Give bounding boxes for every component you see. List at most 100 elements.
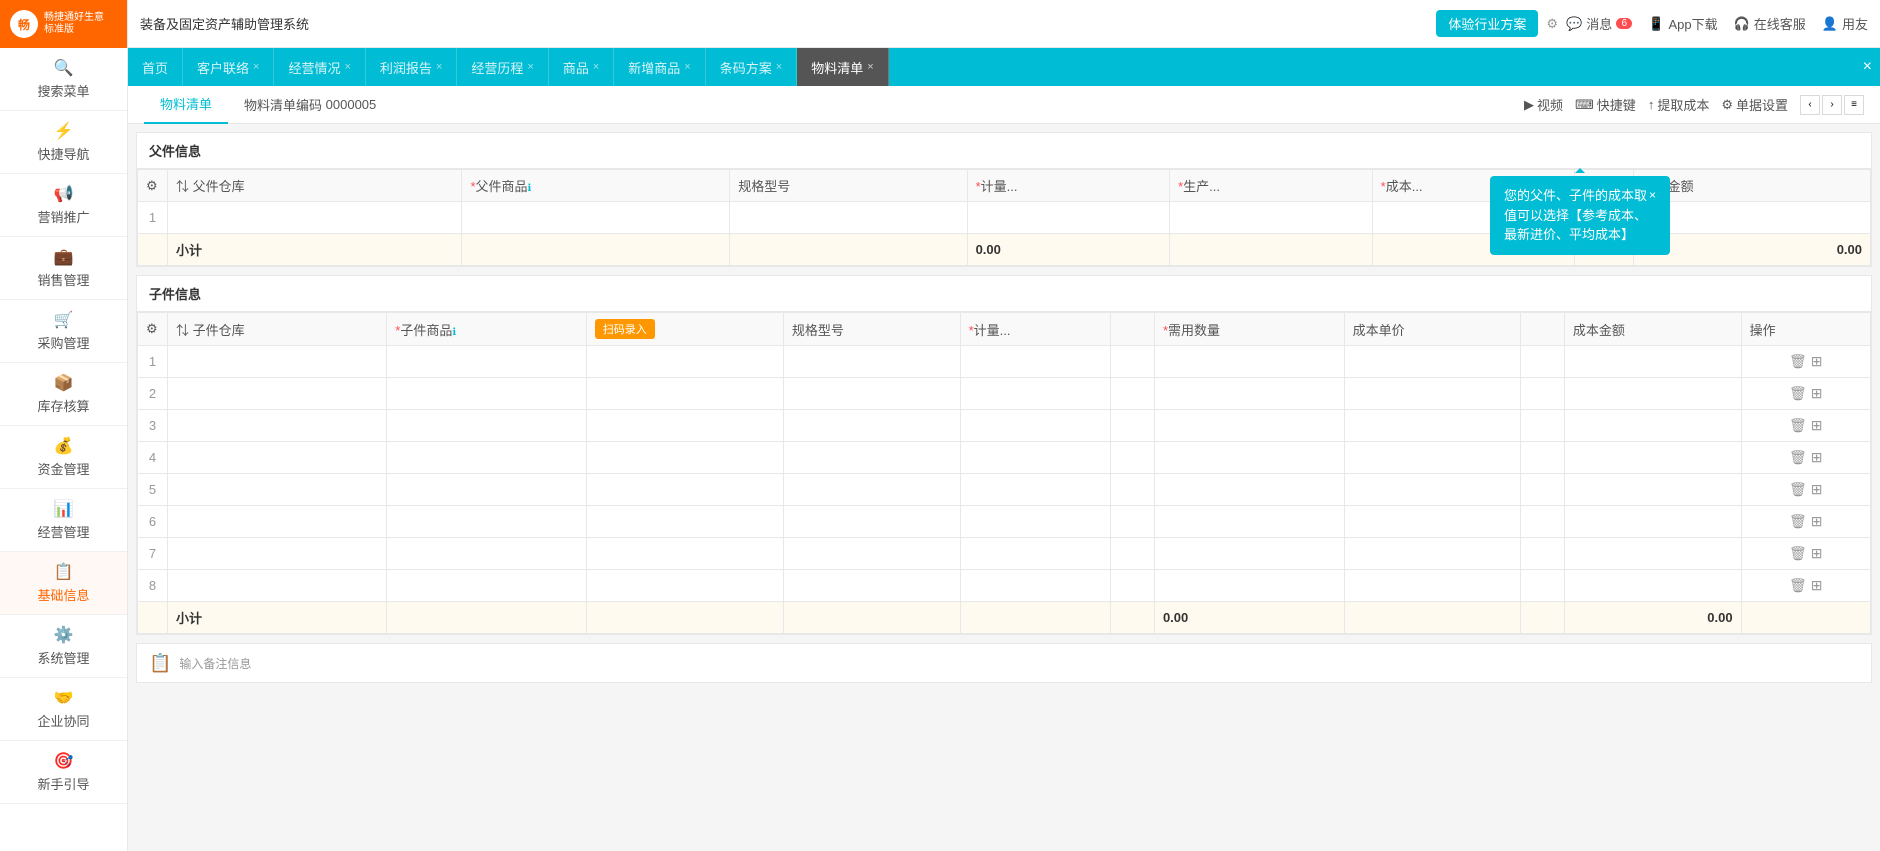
child-spec-6[interactable] bbox=[783, 506, 960, 538]
child-product-2[interactable] bbox=[387, 378, 586, 410]
child-warehouse-4[interactable] bbox=[168, 442, 387, 474]
child-warehouse-7[interactable] bbox=[168, 538, 387, 570]
child-copy-1[interactable]: ⊞ bbox=[1811, 353, 1823, 370]
sidebar-item-inventory[interactable]: 📦 库存核算 bbox=[0, 363, 127, 426]
sidebar-item-purchase[interactable]: 🛒 采购管理 bbox=[0, 300, 127, 363]
child-unit-cost-8[interactable] bbox=[1344, 570, 1521, 602]
action-extract-cost[interactable]: ↑ 提取成本 bbox=[1648, 95, 1710, 114]
child-qty-unit-3[interactable] bbox=[960, 410, 1111, 442]
child-product-8[interactable] bbox=[387, 570, 586, 602]
child-warehouse-3[interactable] bbox=[168, 410, 387, 442]
parent-cell-product-1[interactable] bbox=[462, 202, 730, 234]
child-spec-3[interactable] bbox=[783, 410, 960, 442]
sidebar-item-basic-info[interactable]: 📋 基础信息 bbox=[0, 552, 127, 615]
child-warehouse-1[interactable] bbox=[168, 346, 387, 378]
child-spec-2[interactable] bbox=[783, 378, 960, 410]
sidebar-item-collab[interactable]: 🤝 企业协同 bbox=[0, 678, 127, 741]
child-spec-1[interactable] bbox=[783, 346, 960, 378]
child-delete-1[interactable]: 🗑 bbox=[1789, 353, 1807, 370]
child-amount-6[interactable] bbox=[1564, 506, 1741, 538]
scan-btn[interactable]: 扫码录入 bbox=[595, 319, 655, 339]
parent-cell-produce-1[interactable] bbox=[1170, 202, 1373, 234]
child-delete-3[interactable]: 🗑 bbox=[1789, 417, 1807, 434]
child-product-4[interactable] bbox=[387, 442, 586, 474]
child-delete-6[interactable]: 🗑 bbox=[1789, 513, 1807, 530]
sidebar-item-guide[interactable]: 🎯 新手引导 bbox=[0, 741, 127, 804]
child-needed-qty-2[interactable] bbox=[1154, 378, 1344, 410]
child-unit-cost-1[interactable] bbox=[1344, 346, 1521, 378]
tab-barcode-close[interactable]: × bbox=[776, 61, 782, 73]
child-spec-4[interactable] bbox=[783, 442, 960, 474]
sidebar-item-quicknav[interactable]: ⚡ 快捷导航 bbox=[0, 111, 127, 174]
sidebar-item-operations[interactable]: 📊 经营管理 bbox=[0, 489, 127, 552]
child-qty-unit-8[interactable] bbox=[960, 570, 1111, 602]
nav-menu[interactable]: ≡ bbox=[1844, 95, 1864, 115]
sidebar-item-system[interactable]: ⚙️ 系统管理 bbox=[0, 615, 127, 678]
child-qty-unit-5[interactable] bbox=[960, 474, 1111, 506]
child-delete-2[interactable]: 🗑 bbox=[1789, 385, 1807, 402]
child-needed-qty-8[interactable] bbox=[1154, 570, 1344, 602]
child-amount-8[interactable] bbox=[1564, 570, 1741, 602]
child-qty-unit-4[interactable] bbox=[960, 442, 1111, 474]
parent-cell-qty-1[interactable] bbox=[967, 202, 1170, 234]
tab-bom-close[interactable]: × bbox=[867, 61, 873, 73]
child-unit-cost-5[interactable] bbox=[1344, 474, 1521, 506]
tab-product[interactable]: 商品 × bbox=[549, 48, 614, 86]
tab-profit[interactable]: 利润报告 × bbox=[366, 48, 457, 86]
user-btn[interactable]: 👤 用友 bbox=[1822, 14, 1868, 33]
child-copy-8[interactable]: ⊞ bbox=[1811, 577, 1823, 594]
child-warehouse-5[interactable] bbox=[168, 474, 387, 506]
child-copy-6[interactable]: ⊞ bbox=[1811, 513, 1823, 530]
child-unit-cost-4[interactable] bbox=[1344, 442, 1521, 474]
child-product-6[interactable] bbox=[387, 506, 586, 538]
child-unit-cost-2[interactable] bbox=[1344, 378, 1521, 410]
nav-next[interactable]: › bbox=[1822, 95, 1842, 115]
child-needed-qty-6[interactable] bbox=[1154, 506, 1344, 538]
child-warehouse-6[interactable] bbox=[168, 506, 387, 538]
child-copy-4[interactable]: ⊞ bbox=[1811, 449, 1823, 466]
child-unit-cost-6[interactable] bbox=[1344, 506, 1521, 538]
sidebar-item-search[interactable]: 🔍 搜索菜单 bbox=[0, 48, 127, 111]
sidebar-item-sales[interactable]: 💼 销售管理 bbox=[0, 237, 127, 300]
action-video[interactable]: ▶ 视频 bbox=[1524, 95, 1563, 114]
child-spec-8[interactable] bbox=[783, 570, 960, 602]
nav-prev[interactable]: ‹ bbox=[1800, 95, 1820, 115]
tooltip-close[interactable]: × bbox=[1649, 186, 1656, 204]
child-amount-2[interactable] bbox=[1564, 378, 1741, 410]
tab-new-product[interactable]: 新增商品 × bbox=[614, 48, 705, 86]
child-unit-cost-3[interactable] bbox=[1344, 410, 1521, 442]
child-delete-8[interactable]: 🗑 bbox=[1789, 577, 1807, 594]
child-needed-qty-3[interactable] bbox=[1154, 410, 1344, 442]
close-all-tabs[interactable]: × bbox=[1863, 58, 1872, 76]
app-download-btn[interactable]: 📱 App下载 bbox=[1648, 14, 1717, 33]
child-spec-7[interactable] bbox=[783, 538, 960, 570]
tab-profit-close[interactable]: × bbox=[436, 61, 442, 73]
child-warehouse-2[interactable] bbox=[168, 378, 387, 410]
child-qty-unit-1[interactable] bbox=[960, 346, 1111, 378]
settings-icon[interactable]: ⚙ bbox=[1546, 16, 1558, 32]
child-delete-4[interactable]: 🗑 bbox=[1789, 449, 1807, 466]
child-copy-7[interactable]: ⊞ bbox=[1811, 545, 1823, 562]
tab-customer[interactable]: 客户联络 × bbox=[183, 48, 274, 86]
child-amount-5[interactable] bbox=[1564, 474, 1741, 506]
tab-home[interactable]: 首页 bbox=[128, 48, 183, 86]
child-copy-5[interactable]: ⊞ bbox=[1811, 481, 1823, 498]
child-needed-qty-4[interactable] bbox=[1154, 442, 1344, 474]
parent-cell-spec-1[interactable] bbox=[730, 202, 967, 234]
online-service-btn[interactable]: 🎧 在线客服 bbox=[1734, 14, 1806, 33]
child-amount-7[interactable] bbox=[1564, 538, 1741, 570]
child-copy-3[interactable]: ⊞ bbox=[1811, 417, 1823, 434]
child-needed-qty-5[interactable] bbox=[1154, 474, 1344, 506]
sidebar-item-finance[interactable]: 💰 资金管理 bbox=[0, 426, 127, 489]
child-warehouse-8[interactable] bbox=[168, 570, 387, 602]
tab-customer-close[interactable]: × bbox=[253, 61, 259, 73]
experience-btn[interactable]: 体验行业方案 bbox=[1436, 10, 1538, 37]
tab-history-close[interactable]: × bbox=[527, 61, 533, 73]
messages-btn[interactable]: 💬 消息 6 bbox=[1566, 14, 1632, 33]
child-unit-cost-7[interactable] bbox=[1344, 538, 1521, 570]
child-product-3[interactable] bbox=[387, 410, 586, 442]
child-qty-unit-6[interactable] bbox=[960, 506, 1111, 538]
child-delete-5[interactable]: 🗑 bbox=[1789, 481, 1807, 498]
child-amount-3[interactable] bbox=[1564, 410, 1741, 442]
child-product-1[interactable] bbox=[387, 346, 586, 378]
